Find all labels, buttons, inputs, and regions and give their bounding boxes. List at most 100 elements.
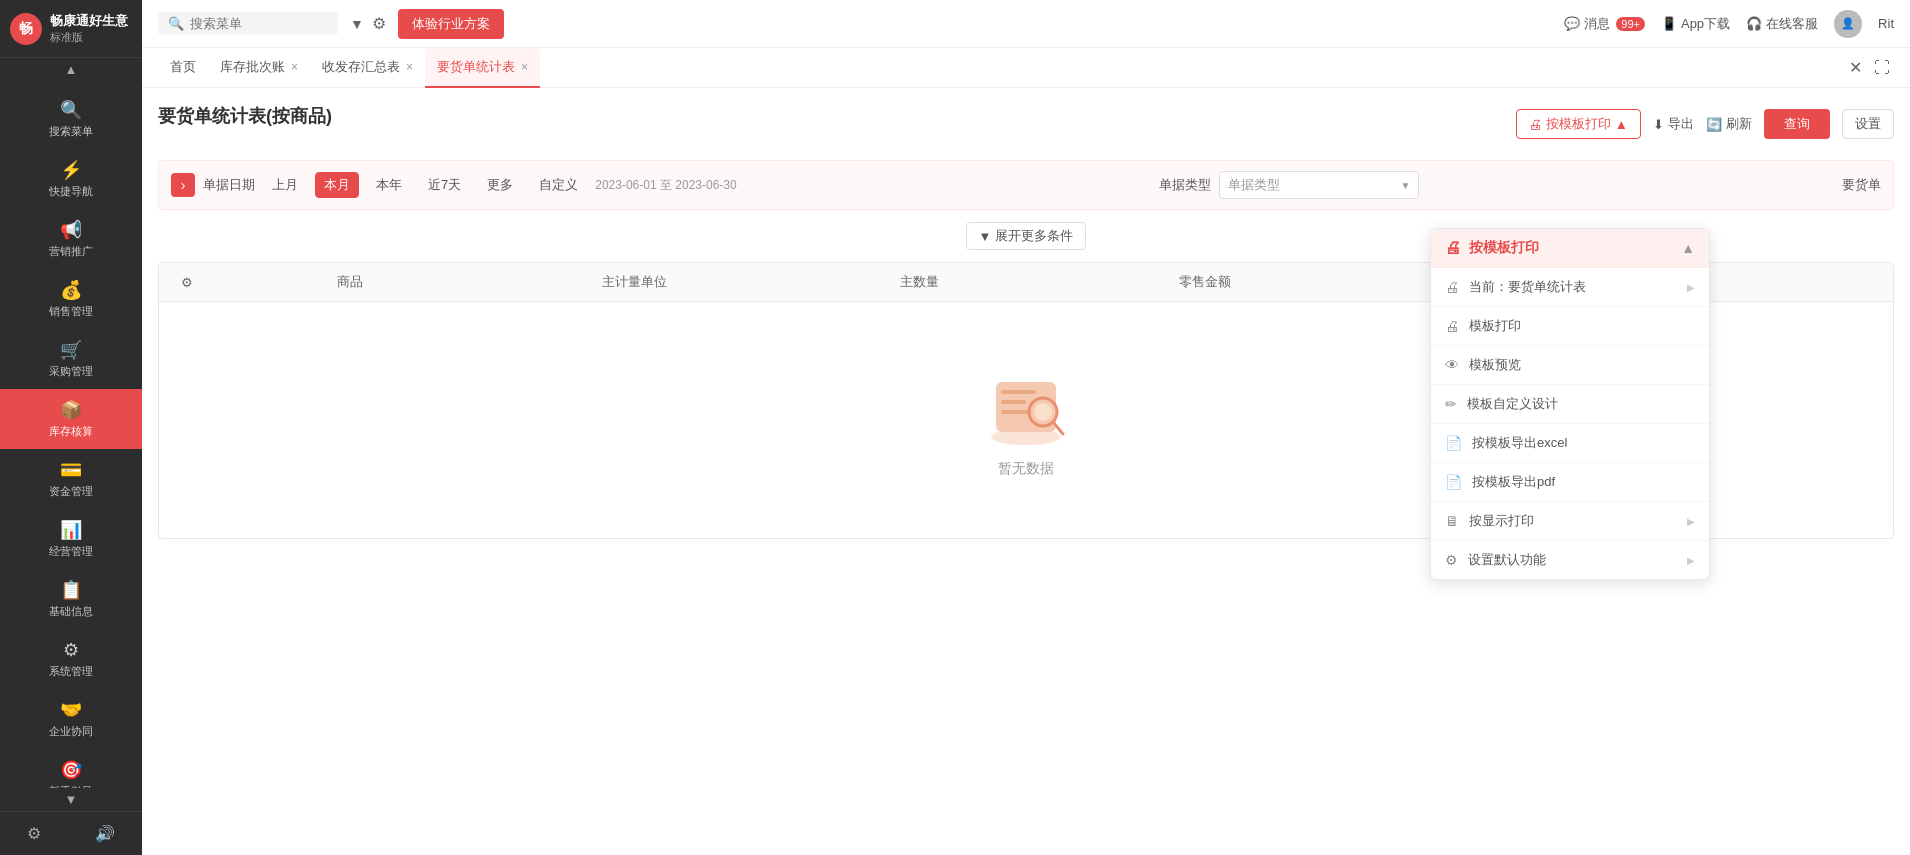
tab-receipt-summary[interactable]: 收发存汇总表 × <box>310 48 425 88</box>
sidebar-bottom: ⚙ 🔊 <box>0 811 142 855</box>
svg-rect-4 <box>1001 410 1031 414</box>
topbar-nav: ▼ ⚙ <box>346 12 386 36</box>
tab-home[interactable]: 首页 <box>158 48 208 88</box>
date-prev-month-btn[interactable]: 上月 <box>263 172 307 198</box>
sidebar-item-basic-info[interactable]: 📋 基础信息 <box>0 569 142 629</box>
sidebar-item-sales[interactable]: 💰销售管理 <box>0 269 142 329</box>
tabs-close-btn[interactable]: ✕ <box>1845 54 1866 81</box>
sidebar-item-finance[interactable]: 💳资金管理 <box>0 449 142 509</box>
dropdown-set-default[interactable]: ⚙ 设置默认功能 ▶ <box>1431 541 1709 579</box>
dropdown-display-print-left: 🖥 按显示打印 <box>1445 512 1534 530</box>
tabs-expand-btn[interactable]: ⛶ <box>1870 55 1894 81</box>
th-quantity: 主数量 <box>777 263 1062 301</box>
export-pdf-icon: 📄 <box>1445 474 1462 490</box>
dropdown-template-preview-left: 👁 模板预览 <box>1445 356 1521 374</box>
expand-more-btn[interactable]: ▼ 展开更多条件 <box>966 222 1087 250</box>
settings-icon[interactable]: ⚙ <box>27 824 41 843</box>
sidebar-item-quick-nav[interactable]: ⚡快捷导航 <box>0 149 142 209</box>
sidebar-label-search: 搜索菜单 <box>49 124 93 139</box>
export-excel-label: 按模板导出excel <box>1472 434 1567 452</box>
query-btn[interactable]: 查询 <box>1764 109 1830 139</box>
trial-button[interactable]: 体验行业方案 <box>398 9 504 39</box>
scroll-up-btn[interactable]: ▲ <box>0 58 142 81</box>
sidebar-label-finance: 资金管理 <box>49 484 93 499</box>
dropdown-display-print[interactable]: 🖥 按显示打印 ▶ <box>1431 502 1709 541</box>
logo-text-group: 畅康通好生意 标准版 <box>50 12 128 45</box>
tab-order-stats[interactable]: 要货单统计表 × <box>425 48 540 88</box>
tab-home-label: 首页 <box>170 58 196 76</box>
dropdown-collapse-icon[interactable]: ▲ <box>1681 240 1695 256</box>
settings-btn[interactable]: 设置 <box>1842 109 1894 139</box>
user-avatar[interactable]: 👤 <box>1834 10 1862 38</box>
dropdown-template-design-left: ✏ 模板自定义设计 <box>1445 395 1558 413</box>
dropdown-export-excel[interactable]: 📄 按模板导出excel <box>1431 424 1709 463</box>
nav-dropdown-btn[interactable]: ▼ <box>346 12 368 36</box>
date-filter-label: 单据日期 <box>203 176 255 194</box>
dropdown-header-right: ▲ <box>1681 240 1695 256</box>
refresh-icon: 🔄 <box>1706 117 1722 132</box>
app-download-item[interactable]: 📱 App下载 <box>1661 15 1730 33</box>
current-template-label: 当前：要货单统计表 <box>1469 278 1586 296</box>
dropdown-template-design[interactable]: ✏ 模板自定义设计 <box>1431 385 1709 424</box>
date-last7days-btn[interactable]: 近7天 <box>419 172 470 198</box>
tab-inventory-batch-close[interactable]: × <box>291 60 298 74</box>
export-btn[interactable]: ⬇ 导出 <box>1653 115 1694 133</box>
search-box: 🔍 <box>158 12 338 35</box>
topbar: 🔍 ▼ ⚙ 体验行业方案 💬 消息 99+ 📱 App下载 🎧 在线客服 👤 <box>142 0 1910 48</box>
sidebar-icon-basic-info: 📋 <box>60 579 82 601</box>
sidebar-item-system[interactable]: ⚙系统管理 <box>0 629 142 689</box>
sidebar-item-search[interactable]: 🔍搜索菜单 <box>0 89 142 149</box>
sidebar-icon-inventory: 📦 <box>60 399 82 421</box>
sidebar-label-inventory: 库存核算 <box>49 424 93 439</box>
date-more-btn[interactable]: 更多 <box>478 172 522 198</box>
print-template-btn[interactable]: 🖨 按模板打印 ▲ <box>1516 109 1641 139</box>
main-area: 🔍 ▼ ⚙ 体验行业方案 💬 消息 99+ 📱 App下载 🎧 在线客服 👤 <box>142 0 1910 855</box>
filter-toggle-btn[interactable]: › <box>171 173 195 197</box>
sidebar-item-enterprise[interactable]: 🤝企业协同 <box>0 689 142 749</box>
set-default-label: 设置默认功能 <box>1468 551 1546 569</box>
tab-order-stats-close[interactable]: × <box>521 60 528 74</box>
messages-item[interactable]: 💬 消息 99+ <box>1564 15 1645 33</box>
sidebar: 畅 畅康通好生意 标准版 ▲ 🔍搜索菜单⚡快捷导航📢营销推广💰销售管理🛒采购管理… <box>0 0 142 855</box>
empty-illustration <box>971 362 1081 452</box>
refresh-btn[interactable]: 🔄 刷新 <box>1706 115 1752 133</box>
sidebar-item-guide[interactable]: 🎯新手引导 <box>0 749 142 788</box>
dropdown-export-excel-left: 📄 按模板导出excel <box>1445 434 1567 452</box>
set-default-icon: ⚙ <box>1445 552 1458 568</box>
app-name: 畅康通好生意 <box>50 12 128 30</box>
date-custom-btn[interactable]: 自定义 <box>530 172 587 198</box>
volume-icon[interactable]: 🔊 <box>95 824 115 843</box>
online-service-label: 在线客服 <box>1766 15 1818 33</box>
sidebar-item-operations[interactable]: 📊经营管理 <box>0 509 142 569</box>
tabs-bar: 首页 库存批次账 × 收发存汇总表 × 要货单统计表 × ✕ ⛶ <box>142 48 1910 88</box>
template-design-icon: ✏ <box>1445 396 1457 412</box>
online-service-item[interactable]: 🎧 在线客服 <box>1746 15 1818 33</box>
date-range-text: 2023-06-01 至 2023-06-30 <box>595 177 736 194</box>
sidebar-label-sales: 销售管理 <box>49 304 93 319</box>
headset-icon: 🎧 <box>1746 16 1762 31</box>
search-input[interactable] <box>190 16 320 31</box>
tab-receipt-summary-close[interactable]: × <box>406 60 413 74</box>
display-print-icon: 🖥 <box>1445 513 1459 529</box>
tab-inventory-batch-label: 库存批次账 <box>220 58 285 76</box>
sidebar-item-purchase[interactable]: 🛒采购管理 <box>0 329 142 389</box>
sidebar-label-basic-info: 基础信息 <box>49 604 93 619</box>
dropdown-export-pdf[interactable]: 📄 按模板导出pdf <box>1431 463 1709 502</box>
messages-badge: 99+ <box>1616 17 1645 31</box>
sidebar-label-purchase: 采购管理 <box>49 364 93 379</box>
date-current-month-btn[interactable]: 本月 <box>315 172 359 198</box>
scroll-down-btn[interactable]: ▼ <box>0 788 142 811</box>
sidebar-item-inventory[interactable]: 📦 库存核算 <box>0 389 142 449</box>
topbar-settings-icon[interactable]: ⚙ <box>372 14 386 33</box>
th-amount: 零售金额 <box>1062 263 1347 301</box>
dropdown-template-print[interactable]: 🖨 模板打印 <box>1431 307 1709 346</box>
type-filter-select[interactable]: 单据类型 ▼ <box>1219 171 1419 199</box>
tab-inventory-batch[interactable]: 库存批次账 × <box>208 48 310 88</box>
content-area: 要货单统计表(按商品) 🖨 按模板打印 ▲ ⬇ 导出 🔄 刷新 <box>142 88 1910 855</box>
dropdown-template-preview[interactable]: 👁 模板预览 <box>1431 346 1709 385</box>
th-settings[interactable]: ⚙ <box>167 265 207 300</box>
date-current-year-btn[interactable]: 本年 <box>367 172 411 198</box>
sidebar-item-marketing[interactable]: 📢营销推广 <box>0 209 142 269</box>
app-download-icon: 📱 <box>1661 16 1677 31</box>
dropdown-current-template[interactable]: 🖨 当前：要货单统计表 ▶ <box>1431 268 1709 307</box>
